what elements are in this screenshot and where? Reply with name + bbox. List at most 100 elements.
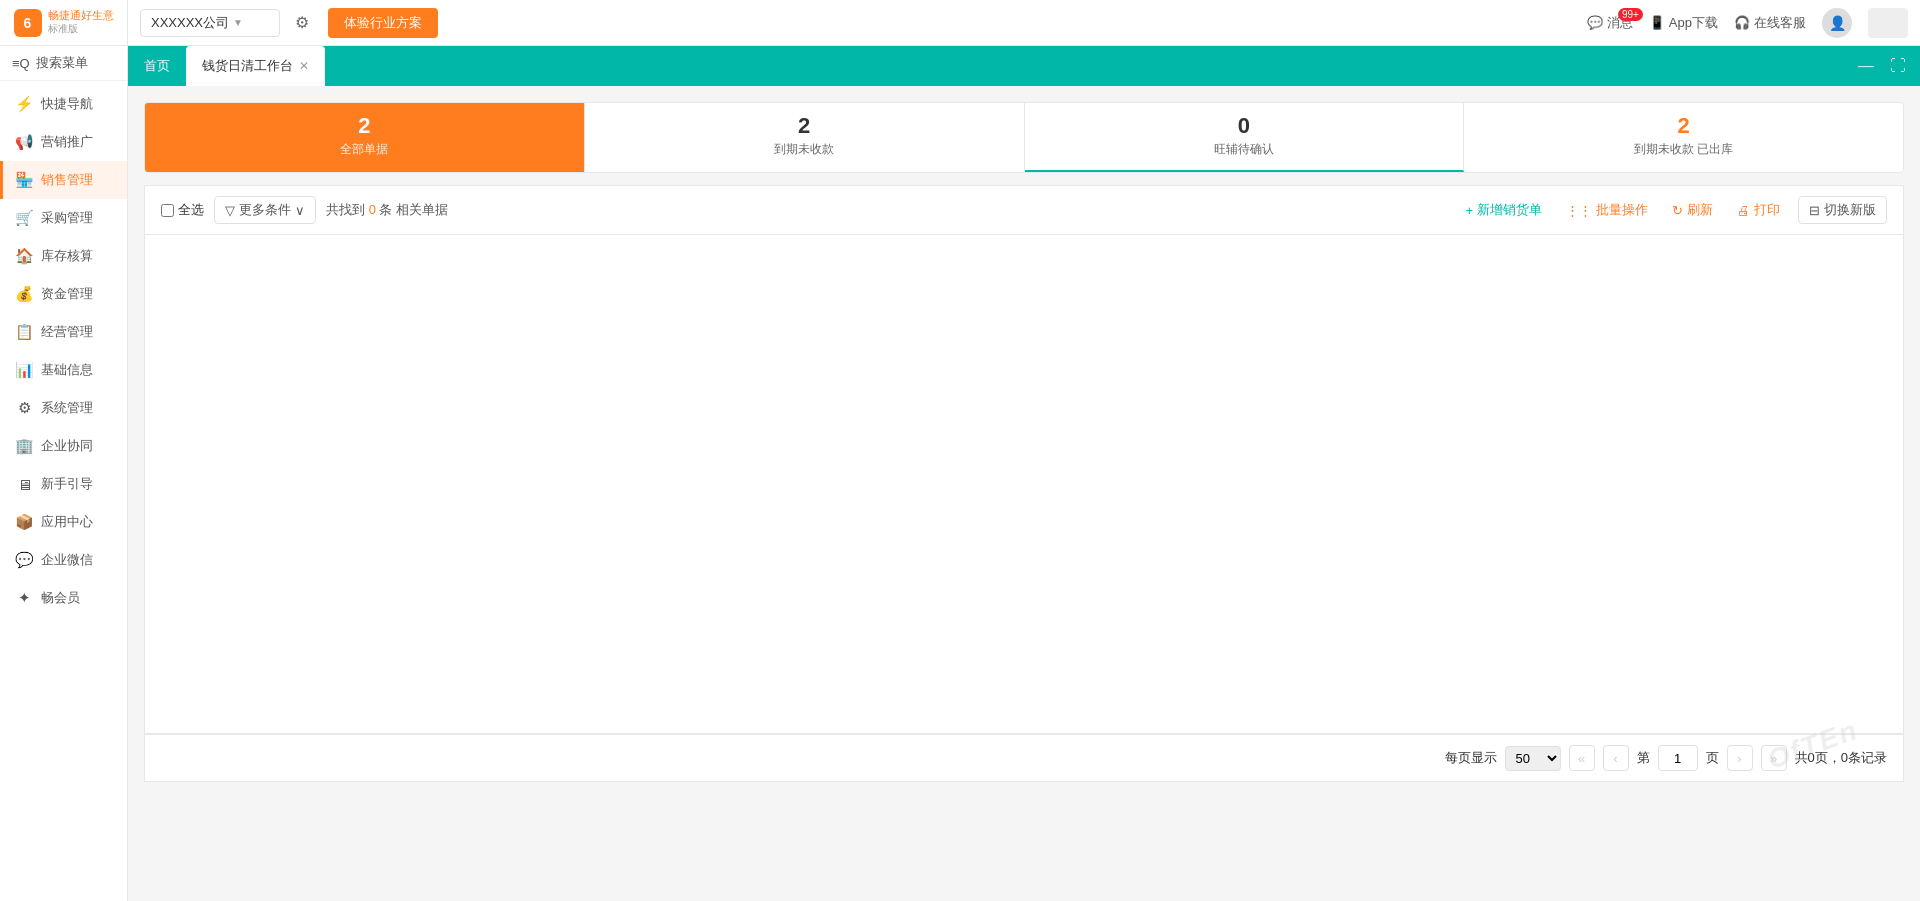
page-size-select[interactable]: 10 20 50 100 bbox=[1505, 746, 1561, 771]
sidebar-item-quick-nav[interactable]: ⚡ 快捷导航 bbox=[0, 85, 127, 123]
stats-count-overdue: 2 bbox=[601, 115, 1008, 137]
add-order-button[interactable]: + 新增销货单 bbox=[1459, 197, 1548, 223]
app-download-item[interactable]: 📱 App下载 bbox=[1649, 14, 1718, 32]
switch-icon: ⊟ bbox=[1809, 203, 1820, 218]
sidebar-item-basic-info[interactable]: 📊 基础信息 bbox=[0, 351, 127, 389]
select-all-input[interactable] bbox=[161, 204, 174, 217]
page-unit: 页 bbox=[1706, 749, 1719, 767]
online-service-label: 在线客服 bbox=[1754, 14, 1806, 32]
filter-button[interactable]: ▽ 更多条件 ∨ bbox=[214, 196, 316, 224]
download-icon: 📱 bbox=[1649, 15, 1665, 30]
guide-icon: 🖥 bbox=[15, 475, 33, 493]
toolbar-left: 全选 ▽ 更多条件 ∨ 共找到 0 条 相关单据 bbox=[161, 196, 1447, 224]
app-name: 畅捷通好生意 bbox=[48, 9, 114, 22]
tab-work-label: 钱货日清工作台 bbox=[202, 57, 293, 75]
filter-arrow-icon: ∨ bbox=[295, 203, 305, 218]
tab-home[interactable]: 首页 bbox=[128, 46, 186, 86]
stats-tab-pending[interactable]: 0 旺辅待确认 bbox=[1025, 103, 1465, 172]
print-icon: 🖨 bbox=[1737, 203, 1750, 218]
search-menu[interactable]: ≡Q 搜索菜单 bbox=[0, 46, 127, 81]
next-page-button[interactable]: › bbox=[1727, 745, 1753, 771]
sidebar-item-sales[interactable]: 🏪 销售管理 bbox=[0, 161, 127, 199]
basic-info-icon: 📊 bbox=[15, 361, 33, 379]
quick-nav-icon: ⚡ bbox=[15, 95, 33, 113]
sidebar-item-purchase[interactable]: 🛒 采购管理 bbox=[0, 199, 127, 237]
sidebar-item-quick-nav-label: 快捷导航 bbox=[41, 95, 93, 113]
stats-count-pending: 0 bbox=[1041, 115, 1448, 137]
sidebar-item-enterprise-label: 企业协同 bbox=[41, 437, 93, 455]
print-button[interactable]: 🖨 打印 bbox=[1731, 197, 1786, 223]
sidebar-logo-area: 6 畅捷通好生意 标准版 bbox=[0, 0, 127, 46]
sidebar-item-enterprise[interactable]: 🏢 企业协同 bbox=[0, 427, 127, 465]
tab-minimize-button[interactable]: — bbox=[1852, 52, 1880, 80]
last-page-button[interactable]: » bbox=[1761, 745, 1787, 771]
sidebar-item-basic-info-label: 基础信息 bbox=[41, 361, 93, 379]
sidebar-item-guide[interactable]: 🖥 新手引导 bbox=[0, 465, 127, 503]
enterprise-icon: 🏢 bbox=[15, 437, 33, 455]
stats-label-all: 全部单据 bbox=[161, 141, 568, 158]
prev-page-button[interactable]: ‹ bbox=[1603, 745, 1629, 771]
tab-work[interactable]: 钱货日清工作台 ✕ bbox=[186, 46, 325, 86]
add-icon: + bbox=[1465, 203, 1473, 218]
filter-icon: ▽ bbox=[225, 203, 235, 218]
count-value: 0 bbox=[369, 202, 376, 217]
sidebar-item-inventory-label: 库存核算 bbox=[41, 247, 93, 265]
app-download-label: App下载 bbox=[1669, 14, 1718, 32]
batch-operation-button[interactable]: ⋮⋮ 批量操作 bbox=[1560, 197, 1654, 223]
purchase-icon: 🛒 bbox=[15, 209, 33, 227]
sidebar-item-sales-label: 销售管理 bbox=[41, 171, 93, 189]
message-item[interactable]: 💬 消息 99+ bbox=[1587, 14, 1633, 32]
settings-button[interactable]: ⚙ bbox=[286, 7, 318, 39]
company-selector[interactable]: XXXXXX公司 ▼ bbox=[140, 9, 280, 37]
inventory-icon: 🏠 bbox=[15, 247, 33, 265]
switch-label: 切换新版 bbox=[1824, 201, 1876, 219]
online-service-item[interactable]: 🎧 在线客服 bbox=[1734, 14, 1806, 32]
sidebar-item-wechat[interactable]: 💬 企业微信 bbox=[0, 541, 127, 579]
select-all-checkbox[interactable]: 全选 bbox=[161, 201, 204, 219]
stats-tab-all[interactable]: 2 全部单据 bbox=[145, 103, 585, 172]
sales-icon: 🏪 bbox=[15, 171, 33, 189]
tab-home-label: 首页 bbox=[144, 57, 170, 75]
stats-tab-shipped[interactable]: 2 到期未收款 已出库 bbox=[1464, 103, 1903, 172]
page-size-label: 每页显示 bbox=[1445, 749, 1497, 767]
app-center-icon: 📦 bbox=[15, 513, 33, 531]
refresh-icon: ↻ bbox=[1672, 203, 1683, 218]
tab-close-icon[interactable]: ✕ bbox=[299, 59, 309, 73]
batch-icon: ⋮⋮ bbox=[1566, 203, 1592, 218]
sidebar-item-marketing-label: 营销推广 bbox=[41, 133, 93, 151]
sidebar-item-finance-label: 资金管理 bbox=[41, 285, 93, 303]
nav-tabs-bar: 首页 钱货日清工作台 ✕ — ⛶ bbox=[128, 46, 1920, 86]
system-icon: ⚙ bbox=[15, 399, 33, 417]
tab-maximize-button[interactable]: ⛶ bbox=[1884, 52, 1912, 80]
sidebar-item-operation[interactable]: 📋 经营管理 bbox=[0, 313, 127, 351]
sidebar-item-vip-label: 畅会员 bbox=[41, 589, 80, 607]
vip-icon: ✦ bbox=[15, 589, 33, 607]
sidebar-menu: ⚡ 快捷导航 📢 营销推广 🏪 销售管理 🛒 采购管理 🏠 库存核算 💰 资金管… bbox=[0, 81, 127, 901]
sidebar-item-vip[interactable]: ✦ 畅会员 bbox=[0, 579, 127, 617]
trial-button[interactable]: 体验行业方案 bbox=[328, 8, 438, 38]
refresh-button[interactable]: ↻ 刷新 bbox=[1666, 197, 1719, 223]
sidebar-item-inventory[interactable]: 🏠 库存核算 bbox=[0, 237, 127, 275]
filter-label: 更多条件 bbox=[239, 201, 291, 219]
user-profile-area[interactable] bbox=[1868, 8, 1908, 38]
operation-icon: 📋 bbox=[15, 323, 33, 341]
app-version: 标准版 bbox=[48, 22, 114, 36]
top-header: XXXXXX公司 ▼ ⚙ 体验行业方案 💬 消息 99+ 📱 App下载 🎧 在… bbox=[0, 0, 1920, 46]
sidebar-item-app-center-label: 应用中心 bbox=[41, 513, 93, 531]
sidebar-item-app-center[interactable]: 📦 应用中心 bbox=[0, 503, 127, 541]
first-page-button[interactable]: « bbox=[1569, 745, 1595, 771]
avatar[interactable]: 👤 bbox=[1822, 8, 1852, 38]
page-number-input[interactable] bbox=[1658, 745, 1698, 771]
sidebar-item-marketing[interactable]: 📢 营销推广 bbox=[0, 123, 127, 161]
search-menu-label: 搜索菜单 bbox=[36, 54, 88, 72]
sidebar: 6 畅捷通好生意 标准版 ≡Q 搜索菜单 ⚡ 快捷导航 📢 营销推广 🏪 销售管… bbox=[0, 0, 128, 901]
stats-tab-overdue[interactable]: 2 到期未收款 bbox=[585, 103, 1025, 172]
page-label: 第 bbox=[1637, 749, 1650, 767]
sidebar-item-finance[interactable]: 💰 资金管理 bbox=[0, 275, 127, 313]
switch-version-button[interactable]: ⊟ 切换新版 bbox=[1798, 196, 1887, 224]
message-badge: 99+ bbox=[1618, 8, 1643, 21]
stats-label-pending: 旺辅待确认 bbox=[1041, 141, 1448, 158]
sidebar-item-system[interactable]: ⚙ 系统管理 bbox=[0, 389, 127, 427]
nav-tabs-controls: — ⛶ bbox=[1852, 52, 1920, 80]
stats-label-shipped: 到期未收款 已出库 bbox=[1480, 141, 1887, 158]
